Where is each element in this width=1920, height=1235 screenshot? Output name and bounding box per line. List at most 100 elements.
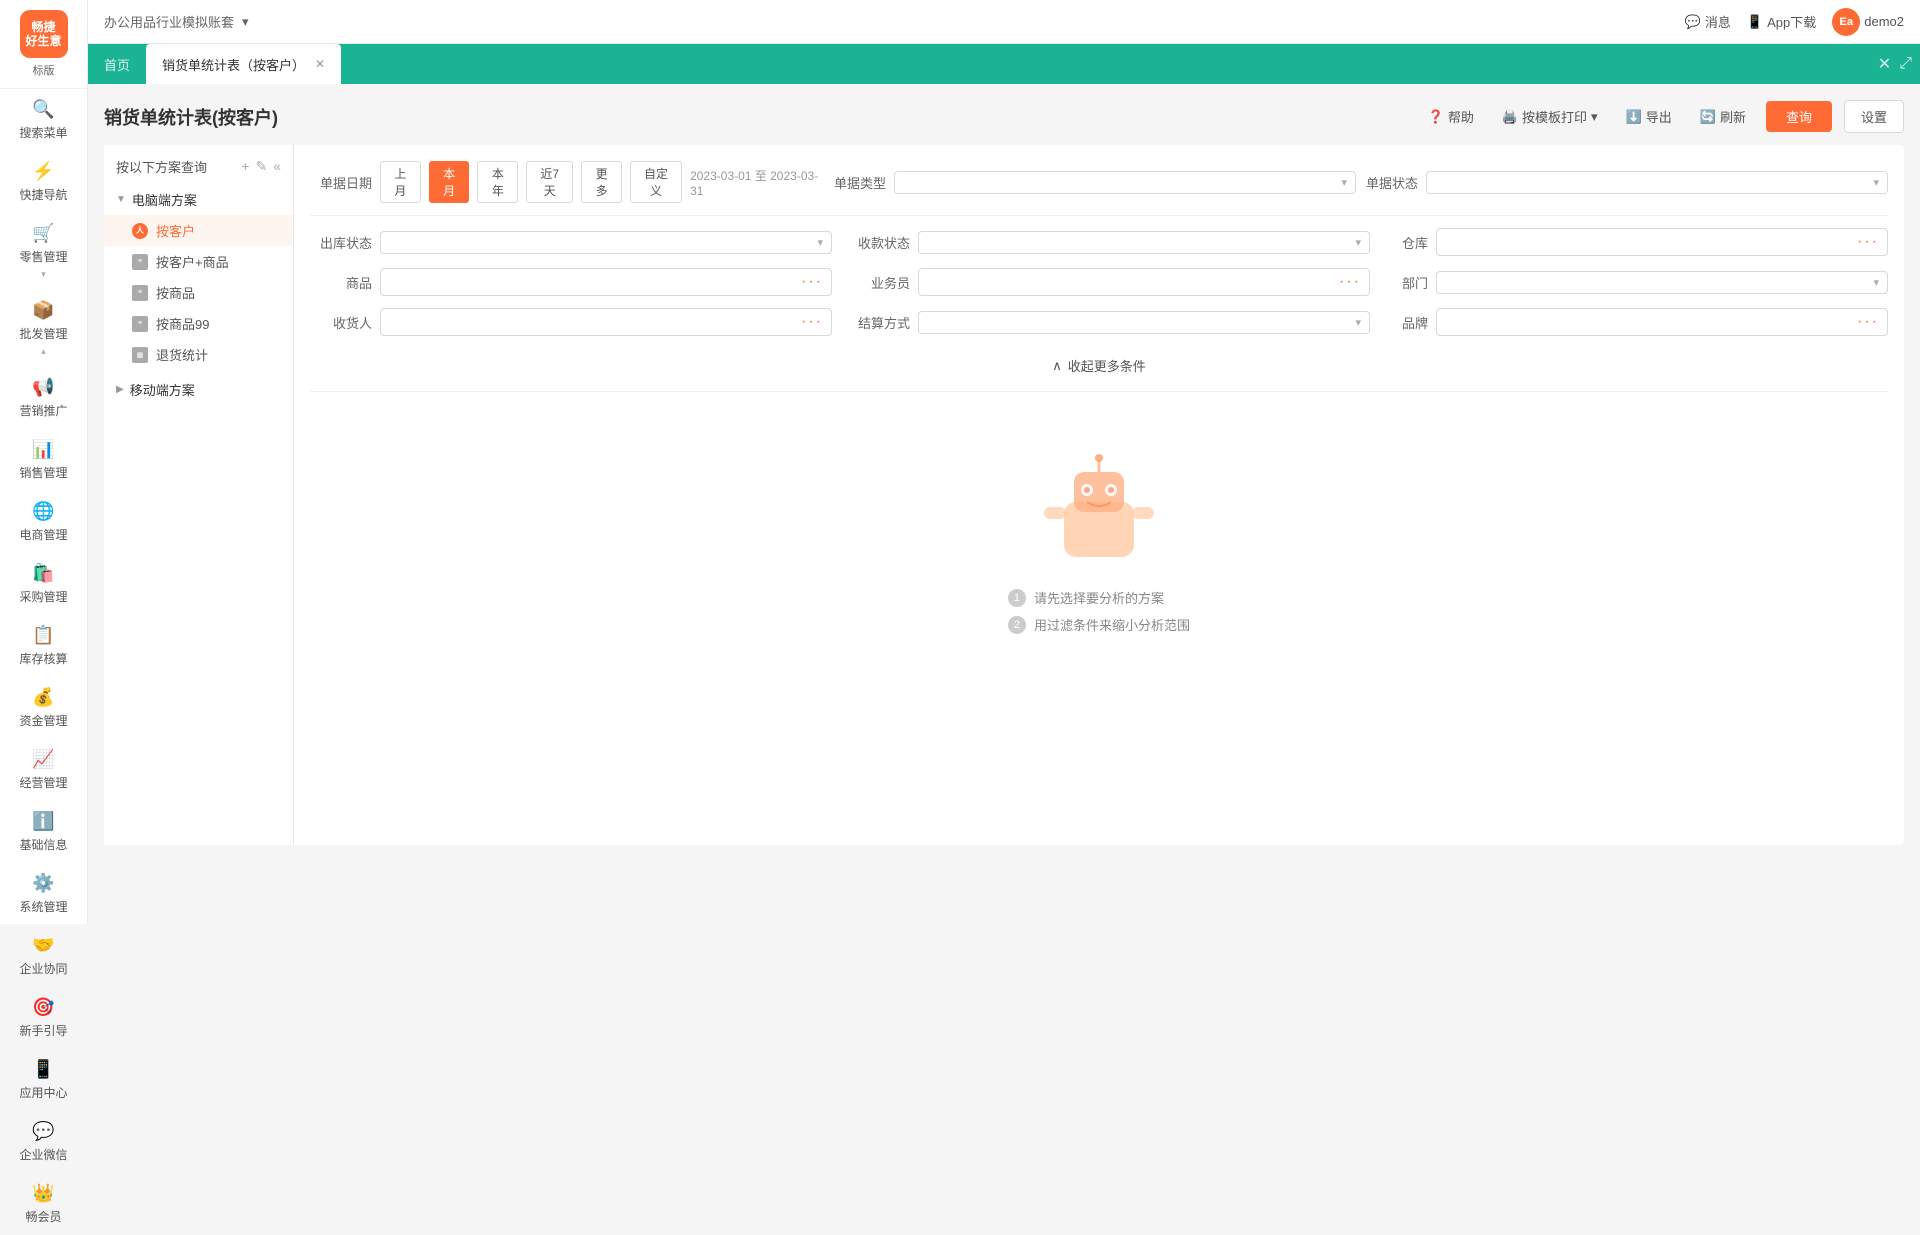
settings-button[interactable]: 设置 — [1844, 100, 1904, 133]
tab-home[interactable]: 首页 — [88, 44, 146, 84]
sidebar-item-marketing[interactable]: 📢 营销推广 — [0, 367, 87, 429]
sidebar-item-inventory[interactable]: 📋 库存核算 — [0, 615, 87, 677]
sidebar-item-finance[interactable]: 💰 资金管理 — [0, 677, 87, 739]
tab-restore-button[interactable]: ⤢ — [1899, 55, 1912, 73]
sales-icon: 📊 — [32, 439, 54, 460]
scheme-section-mobile: ▶ 移动端方案 — [104, 374, 293, 405]
content-layout: 按以下方案查询 + ✎ « ▼ 电脑端方案 — [104, 145, 1904, 845]
user-area[interactable]: Ea demo2 — [1832, 8, 1904, 36]
payment-method-select[interactable]: ▾ — [918, 311, 1370, 334]
add-scheme-icon[interactable]: + — [241, 158, 249, 175]
doc-type-select[interactable]: ▾ — [894, 171, 1356, 194]
salesperson-input[interactable]: ··· — [918, 268, 1370, 296]
scheme-item-icon-5: ▦ — [132, 347, 148, 363]
last-month-btn[interactable]: 上月 — [380, 161, 421, 203]
export-label: 导出 — [1646, 107, 1672, 126]
sidebar-item-purchase[interactable]: 🛍️ 采购管理 — [0, 553, 87, 615]
quick-nav-icon: ⚡ — [32, 161, 54, 182]
collapse-scheme-icon[interactable]: « — [273, 158, 281, 175]
sidebar-item-operations[interactable]: 📈 经营管理 — [0, 739, 87, 801]
scheme-item-label-3: 按商品 — [156, 283, 195, 302]
print-icon: 🖨️ — [1502, 109, 1518, 125]
warehouse-dots[interactable]: ··· — [1857, 233, 1879, 251]
scheme-header-icons: + ✎ « — [241, 158, 281, 175]
message-button[interactable]: 💬 消息 — [1685, 12, 1731, 31]
custom-btn[interactable]: 自定义 — [630, 161, 682, 203]
help-icon: ❓ — [1428, 109, 1444, 125]
sidebar-item-wholesale[interactable]: 📦 批发管理 ▴ — [0, 290, 87, 367]
sidebar-item-enterprise-wechat[interactable]: 💬 企业微信 — [0, 1111, 87, 1173]
filter-row-1: 单据日期 上月 本月 本年 近7天 更多 自定义 2023-03-01 至 20… — [310, 161, 1888, 203]
sidebar-item-label: 应用中心 — [19, 1084, 67, 1101]
goods-dots[interactable]: ··· — [801, 273, 823, 291]
sidebar-item-newcomer[interactable]: 🎯 新手引导 — [0, 987, 87, 1049]
stock-out-select[interactable]: ▾ — [380, 231, 832, 254]
scheme-item-return-stat[interactable]: ▦ 退货统计 — [104, 339, 293, 370]
more-btn[interactable]: 更多 — [581, 161, 622, 203]
desktop-section-header[interactable]: ▼ 电脑端方案 — [104, 184, 293, 215]
current-month-btn[interactable]: 本月 — [429, 161, 470, 203]
app-download-button[interactable]: 📱 App下载 — [1747, 12, 1816, 31]
department-select[interactable]: ▾ — [1436, 271, 1888, 294]
query-button[interactable]: 查询 — [1766, 101, 1832, 132]
template-print-button[interactable]: 🖨️ 按模板打印 ▾ — [1494, 103, 1606, 130]
doc-status-label: 单据状态 — [1356, 173, 1426, 192]
search-icon: 🔍 — [32, 99, 54, 120]
goods-input[interactable]: ··· — [380, 268, 832, 296]
empty-illustration — [1039, 452, 1159, 572]
export-button[interactable]: ⬇️ 导出 — [1618, 103, 1680, 130]
sidebar-item-ecommerce[interactable]: 🌐 电商管理 — [0, 491, 87, 553]
sidebar-item-app-center[interactable]: 📱 应用中心 — [0, 1049, 87, 1111]
desktop-section-label: 电脑端方案 — [132, 190, 197, 209]
brand-dots[interactable]: ··· — [1857, 313, 1879, 331]
header-right: 💬 消息 📱 App下载 Ea demo2 — [1685, 8, 1904, 36]
sidebar-item-sales[interactable]: 📊 销售管理 — [0, 429, 87, 491]
current-year-btn[interactable]: 本年 — [477, 161, 518, 203]
warehouse-input[interactable]: ··· — [1436, 228, 1888, 256]
scheme-item-label-2: 按客户+商品 — [156, 252, 229, 271]
basic-icon: ℹ️ — [32, 811, 54, 832]
tab-sales-stat[interactable]: 销货单统计表（按客户） ✕ — [146, 44, 341, 84]
logo-label: 标版 — [33, 62, 55, 78]
payment-status-select[interactable]: ▾ — [918, 231, 1370, 254]
scheme-item-by-customer-goods[interactable]: ≡ 按客户+商品 — [104, 246, 293, 277]
tab-close-button[interactable]: ✕ — [1878, 54, 1891, 74]
tab-home-label: 首页 — [104, 55, 130, 74]
scheme-item-by-goods-99[interactable]: ≡ 按商品99 — [104, 308, 293, 339]
collapse-icon: ▶ — [116, 384, 124, 395]
salesperson-dots[interactable]: ··· — [1339, 273, 1361, 291]
scheme-item-label-4: 按商品99 — [156, 314, 209, 333]
collapse-button[interactable]: ∧ 收起更多条件 — [1044, 348, 1154, 383]
scheme-item-by-goods[interactable]: ≡ 按商品 — [104, 277, 293, 308]
collapse-area: ∧ 收起更多条件 — [310, 348, 1888, 383]
sidebar-item-enterprise[interactable]: 🤝 企业协同 — [0, 925, 87, 987]
refresh-icon: 🔄 — [1700, 109, 1716, 125]
sidebar-item-search[interactable]: 🔍 搜索菜单 — [0, 89, 87, 151]
divider-1 — [310, 215, 1888, 216]
sidebar-item-label: 批发管理 — [19, 325, 67, 342]
brand-input[interactable]: ··· — [1436, 308, 1888, 336]
sidebar-item-quick-nav[interactable]: ⚡ 快捷导航 — [0, 151, 87, 213]
scheme-header: 按以下方案查询 + ✎ « — [104, 157, 293, 184]
mobile-section-label: 移动端方案 — [130, 380, 195, 399]
date-label: 单据日期 — [310, 173, 380, 192]
help-button[interactable]: ❓ 帮助 — [1420, 103, 1482, 130]
sidebar-item-basic[interactable]: ℹ️ 基础信息 — [0, 801, 87, 863]
tab-close-icon[interactable]: ✕ — [315, 57, 325, 71]
doc-status-select[interactable]: ▾ — [1426, 171, 1888, 194]
sidebar-item-system[interactable]: ⚙️ 系统管理 — [0, 863, 87, 925]
retail-icon: 🛒 — [32, 223, 54, 244]
sidebar-item-membership[interactable]: 👑 畅会员 — [0, 1173, 87, 1235]
consignee-dots[interactable]: ··· — [801, 313, 823, 331]
scheme-item-icon-2: ≡ — [132, 254, 148, 270]
scheme-item-by-customer[interactable]: 人 按客户 — [104, 215, 293, 246]
sidebar-item-retail[interactable]: 🛒 零售管理 ▾ — [0, 213, 87, 290]
tip-text-1: 请先选择要分析的方案 — [1034, 588, 1164, 607]
refresh-button[interactable]: 🔄 刷新 — [1692, 103, 1754, 130]
last-7-btn[interactable]: 近7天 — [526, 161, 573, 203]
app-center-icon: 📱 — [32, 1059, 54, 1080]
app-logo: 畅捷好生意 — [20, 10, 68, 58]
consignee-input[interactable]: ··· — [380, 308, 832, 336]
mobile-section-header[interactable]: ▶ 移动端方案 — [104, 374, 293, 405]
edit-scheme-icon[interactable]: ✎ — [255, 158, 267, 175]
